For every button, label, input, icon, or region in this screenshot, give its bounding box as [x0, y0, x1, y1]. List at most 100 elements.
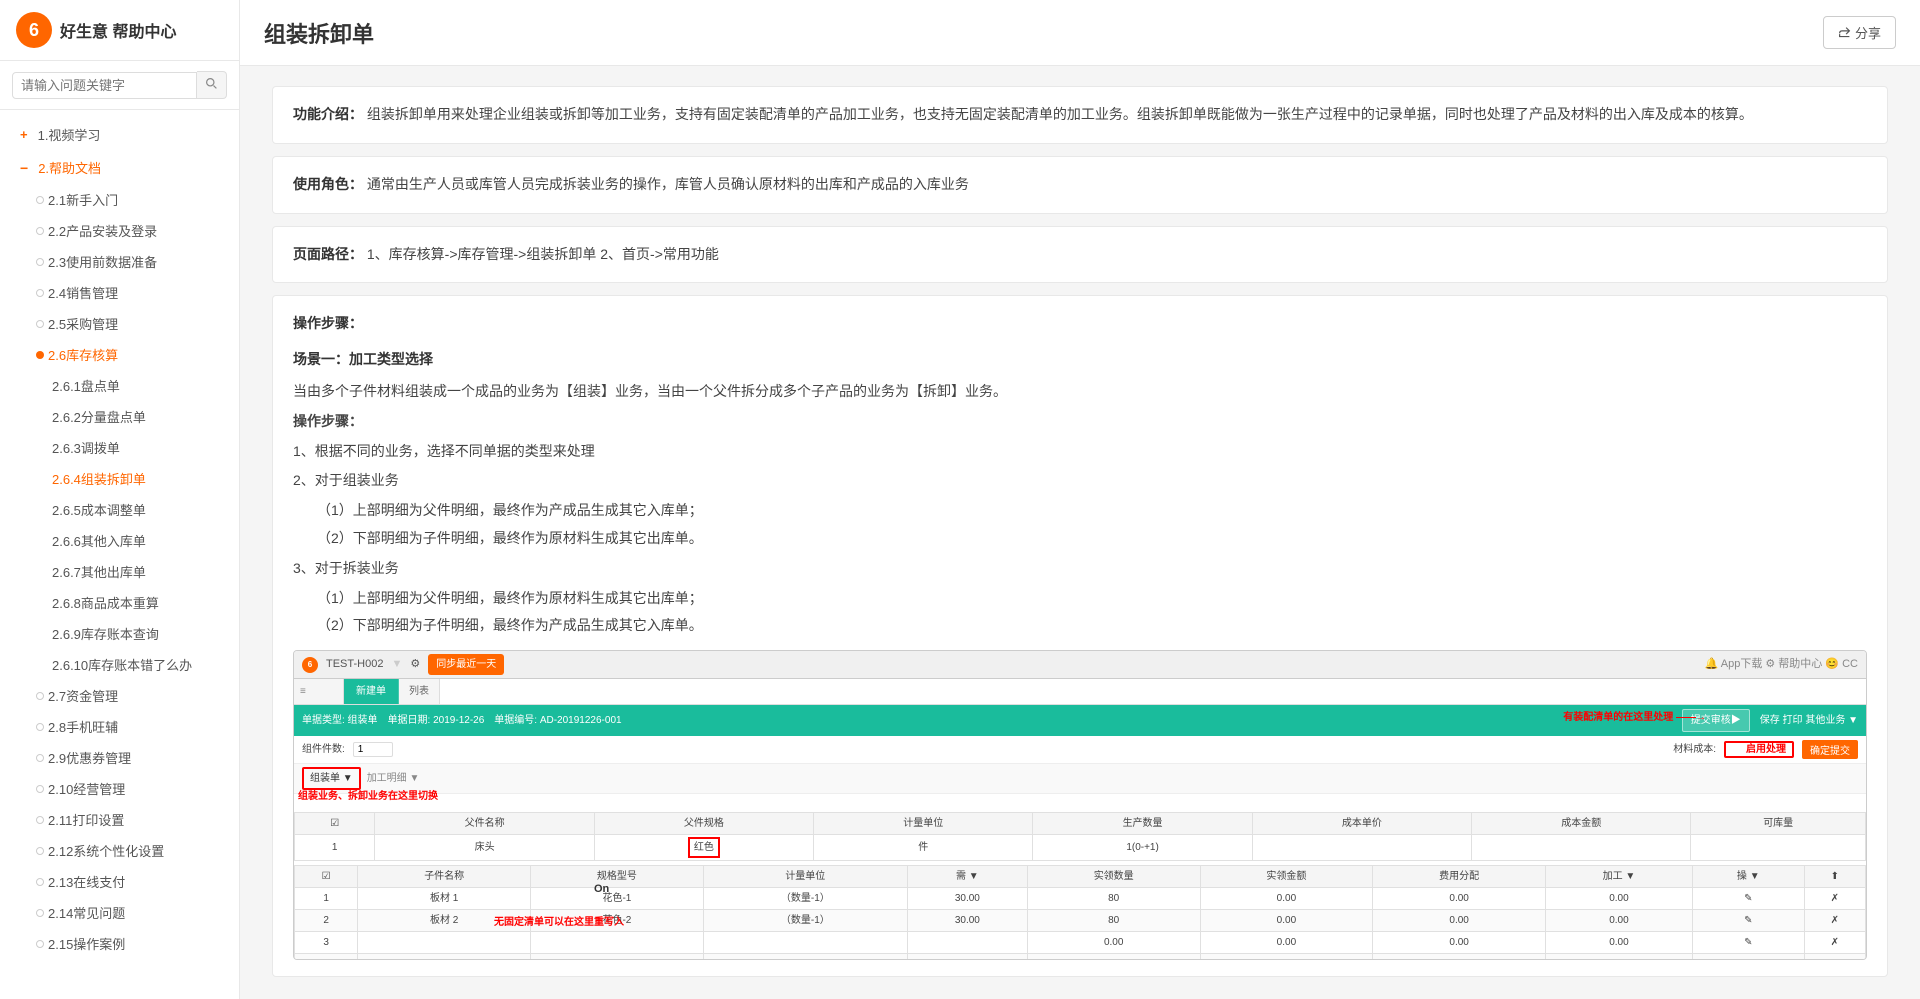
logo-icon: 6 — [16, 12, 52, 48]
ss-td-cost1 — [1252, 835, 1471, 861]
ss-label-count: 组件件数: — [302, 741, 345, 758]
sidebar-item-2-9[interactable]: 2.9优惠券管理 — [0, 742, 239, 773]
sidebar-item-docs[interactable]: − 2.帮助文档 — [0, 151, 239, 184]
sidebar-item-2-6-1[interactable]: 2.6.1盘点单 — [0, 370, 239, 401]
sidebar-item-2-7[interactable]: 2.7资金管理 — [0, 680, 239, 711]
sidebar-item-2-6-2[interactable]: 2.6.2分量盘点单 — [0, 401, 239, 432]
ss-lth-need: 实领数量 — [1027, 866, 1200, 888]
on-label: On — [594, 880, 609, 899]
ss-confirm-small-btn[interactable]: 确定提交 — [1802, 740, 1858, 759]
dot-2-10 — [36, 785, 44, 793]
sidebar-item-2-3[interactable]: 2.3使用前数据准备 — [0, 246, 239, 277]
ss-lth-op: 操 ▼ — [1692, 866, 1804, 888]
ss-lth-num: 子件名称 — [358, 866, 531, 888]
ss-lth-alloc: 加工 ▼ — [1545, 866, 1692, 888]
ss-cost-label: 材料成本: — [1673, 741, 1716, 758]
search-bar — [0, 61, 239, 110]
ss-td-amount1 — [1472, 835, 1691, 861]
ss-orange-nav-btn: 同步最近一天 — [428, 654, 504, 675]
sidebar-item-2-14[interactable]: 2.14常见问题 — [0, 897, 239, 928]
dot-2-15 — [36, 940, 44, 948]
scenario1-desc: 当由多个子件材料组装成一个成品的业务为【组装】业务，当由一个父件拆分成多个子产品… — [293, 380, 1867, 404]
ss-ltd-actual1: 80 — [1027, 888, 1200, 910]
dot-2-8 — [36, 723, 44, 731]
collapse-icon-docs: − — [20, 160, 28, 176]
ss-ltd-unit1: （数量-1） — [703, 888, 907, 910]
annotation-bom: 有装配清单的在这里处理 ——→ — [1563, 709, 1706, 726]
sidebar-item-docs-label: 2.帮助文档 — [38, 158, 101, 177]
ss-form-num: 单据编号: AD-20191226-001 — [494, 712, 621, 729]
sidebar-item-2-6-3[interactable]: 2.6.3调拨单 — [0, 432, 239, 463]
sidebar-item-2-6-5[interactable]: 2.6.5成本调整单 — [0, 494, 239, 525]
ss-th-goods: 父件名称 — [375, 813, 594, 835]
steps-card: 操作步骤： 场景一：加工类型选择 当由多个子件材料组装成一个成品的业务为【组装】… — [272, 295, 1888, 977]
annotation-type-switch: 组装业务、拆卸业务在这里切换 — [298, 788, 438, 805]
dot-2-14 — [36, 909, 44, 917]
sidebar-item-2-6[interactable]: 2.6库存核算 — [0, 339, 239, 370]
ss-icons-right: 🔔 App下载 ⚙ 帮助中心 😊 CC — [1705, 655, 1858, 674]
step3-sub2: （2）下部明细为子件明细，最终作为产成品生成其它入库单。 — [317, 614, 1867, 638]
ss-ltd-op2: 0.00 — [1545, 910, 1692, 932]
sidebar-item-2-6-7[interactable]: 2.6.7其他出库单 — [0, 556, 239, 587]
sidebar-item-2-6-6[interactable]: 2.6.6其他入库单 — [0, 525, 239, 556]
ss-count-input[interactable] — [353, 742, 393, 757]
ss-type-row: 组装单 ▼ 加工明细 ▼ — [294, 764, 1866, 794]
sidebar-item-2-6-4[interactable]: 2.6.4组装拆卸单 — [0, 463, 239, 494]
page-header: 组装拆卸单 分享 — [240, 0, 1920, 66]
search-button[interactable] — [197, 71, 227, 99]
ss-form-date: 单据日期: 2019-12-26 — [388, 712, 485, 729]
ss-ltd-alloc1: 0.00 — [1373, 888, 1546, 910]
screenshot-content: 6 TEST-H002 ▼ ⚙ 同步最近一天 🔔 App下载 ⚙ 帮助中心 😊 … — [294, 651, 1866, 959]
ss-lth-spec: 计量单位 — [703, 866, 907, 888]
path-label: 页面路径： — [293, 246, 363, 262]
sidebar-item-video[interactable]: + 1.视频学习 — [0, 118, 239, 151]
scenario1-title: 场景一：加工类型选择 — [293, 348, 1867, 372]
ss-sync: ⚙ — [410, 655, 420, 674]
sidebar-item-2-6-9[interactable]: 2.6.9库存账本查询 — [0, 618, 239, 649]
step2-sub1: （1）上部明细为父件明细，最终作为产成品生成其它入库单； — [317, 499, 1867, 523]
sidebar-item-2-15[interactable]: 2.15操作案例 — [0, 928, 239, 959]
ss-td-unit1: 件 — [814, 835, 1033, 861]
ss-ltd-icon4b: ✗ — [1804, 954, 1865, 960]
search-input[interactable] — [12, 72, 197, 99]
ss-ltd-need1: 30.00 — [907, 888, 1027, 910]
ss-ltd-op4: 0.00 — [1545, 954, 1692, 960]
ss-ltd-spec4 — [531, 954, 704, 960]
sidebar-item-2-6-10[interactable]: 2.6.10库存账本错了么办 — [0, 649, 239, 680]
expand-icon-video: + — [20, 127, 28, 142]
sidebar-item-2-11[interactable]: 2.11打印设置 — [0, 804, 239, 835]
role-text: 通常由生产人员或库管人员完成拆装业务的操作，库管人员确认原材料的出库和产成品的入… — [367, 176, 969, 192]
sidebar-item-2-6-8[interactable]: 2.6.8商品成本重算 — [0, 587, 239, 618]
brand-name: 好生意 帮助中心 — [60, 18, 176, 42]
sidebar-item-2-2[interactable]: 2.2产品安装及登录 — [0, 215, 239, 246]
ss-ltd-4: 4 — [295, 954, 358, 960]
sidebar-item-2-5[interactable]: 2.5采购管理 — [0, 308, 239, 339]
sidebar-item-2-13[interactable]: 2.13在线支付 — [0, 866, 239, 897]
ss-ltd-alloc3: 0.00 — [1373, 932, 1546, 954]
sidebar-item-2-12[interactable]: 2.12系统个性化设置 — [0, 835, 239, 866]
sidebar-item-2-8[interactable]: 2.8手机旺辅 — [0, 711, 239, 742]
ss-ltd-op1: 0.00 — [1545, 888, 1692, 910]
sidebar-item-2-4[interactable]: 2.4销售管理 — [0, 277, 239, 308]
ss-td-qty1: 1(0-+1) — [1033, 835, 1252, 861]
ss-lth-name: 规格型号 — [531, 866, 704, 888]
ss-ltd-need4 — [907, 954, 1027, 960]
ss-type-row-container: 组装单 ▼ 加工明细 ▼ 组装业务、拆卸业务在这里切换 — [294, 764, 1866, 794]
ss-ltd-icon1a: ✎ — [1692, 888, 1804, 910]
ss-lth-icons: ⬆ — [1804, 866, 1865, 888]
screenshot-image: 6 TEST-H002 ▼ ⚙ 同步最近一天 🔔 App下载 ⚙ 帮助中心 😊 … — [293, 650, 1867, 960]
ss-ltd-icon4a: ✎ — [1692, 954, 1804, 960]
dot-2-9 — [36, 754, 44, 762]
ss-sidebar-icon: ≡ — [294, 679, 344, 704]
ss-ltd-actual2: 80 — [1027, 910, 1200, 932]
ss-ltd-2: 2 — [295, 910, 358, 932]
ss-ltd-name3 — [358, 932, 531, 954]
sidebar-item-2-1[interactable]: 2.1新手入门 — [0, 184, 239, 215]
sidebar-item-2-10[interactable]: 2.10经营管理 — [0, 773, 239, 804]
share-button[interactable]: 分享 — [1823, 16, 1896, 49]
dot-2-4 — [36, 289, 44, 297]
ss-ltd-spec3 — [531, 932, 704, 954]
ss-th-count: 生产数量 — [1033, 813, 1252, 835]
ss-form-row1: 组件件数: 材料成本: 确定提交 — [294, 736, 1866, 764]
dot-2-3 — [36, 258, 44, 266]
